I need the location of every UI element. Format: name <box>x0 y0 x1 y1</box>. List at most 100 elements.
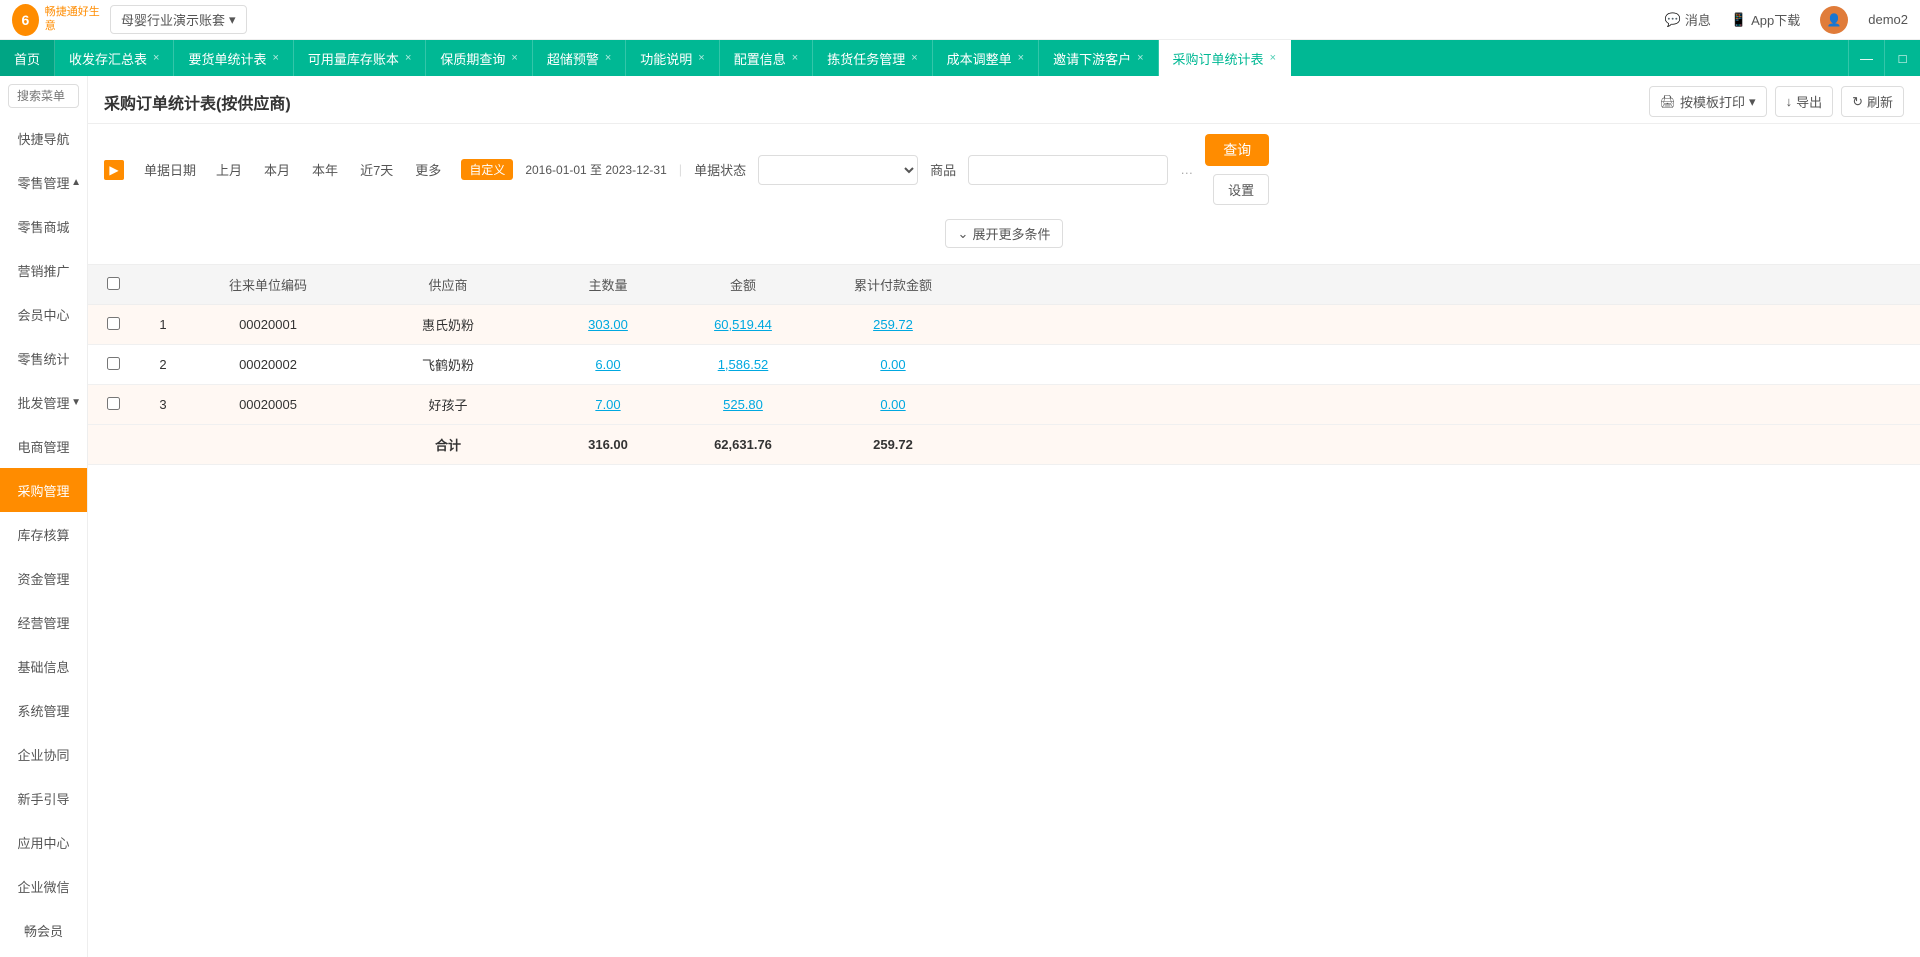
close-icon[interactable]: × <box>511 52 517 64</box>
maximize-button[interactable]: □ <box>1884 40 1920 76</box>
close-icon[interactable]: × <box>605 52 611 64</box>
th-qty: 主数量 <box>548 265 668 305</box>
qty-link[interactable]: 6.00 <box>595 357 620 372</box>
close-icon[interactable]: × <box>272 52 278 64</box>
select-all-checkbox[interactable] <box>107 277 120 290</box>
tab-pick-task[interactable]: 拣货任务管理 × <box>813 40 932 76</box>
qty-link[interactable]: 303.00 <box>588 317 628 332</box>
logo: 6 畅捷通好生意 <box>12 4 100 36</box>
close-icon[interactable]: × <box>153 52 159 64</box>
cell-amount: 60,519.44 <box>668 305 818 345</box>
cell-checkbox <box>88 385 138 425</box>
expand-row: ⌄ 展开更多条件 <box>104 205 1904 254</box>
row-checkbox[interactable] <box>107 317 120 330</box>
paid-link[interactable]: 0.00 <box>880 357 905 372</box>
tab-expiry-query[interactable]: 保质期查询 × <box>426 40 532 76</box>
minimize-button[interactable]: — <box>1848 40 1884 76</box>
close-icon[interactable]: × <box>792 52 798 64</box>
th-num <box>138 265 188 305</box>
custom-date-badge[interactable]: 自定义 <box>461 159 513 180</box>
footer-checkbox-cell <box>88 425 138 465</box>
tab-order-stats[interactable]: 要货单统计表 × <box>174 40 293 76</box>
close-icon[interactable]: × <box>1270 52 1276 64</box>
tab-purchase-order-stats[interactable]: 采购订单统计表 × <box>1159 40 1291 76</box>
shortcut-this-month[interactable]: 本月 <box>256 158 298 181</box>
amount-link[interactable]: 1,586.52 <box>718 357 769 372</box>
refresh-button[interactable]: ↻ 刷新 <box>1841 86 1904 117</box>
sidebar-item-wholesale[interactable]: 批发管理 ▼ <box>0 380 87 424</box>
tab-overstock-warning[interactable]: 超储预警 × <box>533 40 626 76</box>
row-checkbox[interactable] <box>107 397 120 410</box>
goods-input[interactable] <box>968 155 1168 185</box>
expand-filter-button[interactable]: ⌄ 展开更多条件 <box>945 219 1064 248</box>
sidebar-item-collab[interactable]: 企业协同 <box>0 732 87 776</box>
export-button[interactable]: ↓ 导出 <box>1775 86 1834 117</box>
amount-link[interactable]: 525.80 <box>723 397 763 412</box>
tab-collection-summary[interactable]: 收发存汇总表 × <box>55 40 174 76</box>
cell-num: 2 <box>138 345 188 385</box>
close-icon[interactable]: × <box>1018 52 1024 64</box>
cell-code: 00020002 <box>188 345 348 385</box>
sidebar-item-app-center[interactable]: 应用中心 <box>0 820 87 864</box>
cell-num: 1 <box>138 305 188 345</box>
tab-config-info[interactable]: 配置信息 × <box>720 40 813 76</box>
sidebar: 快捷导航 零售管理 ▲ 零售商城 营销推广 会员中心 零售统计 批发管理 ▼ 电… <box>0 76 88 957</box>
sidebar-item-operation[interactable]: 经营管理 <box>0 600 87 644</box>
shortcut-last-month[interactable]: 上月 <box>208 158 250 181</box>
filter-toggle[interactable]: ▶ <box>104 160 124 180</box>
status-select[interactable] <box>758 155 918 185</box>
divider: | <box>679 162 682 177</box>
qty-link[interactable]: 7.00 <box>595 397 620 412</box>
row-checkbox[interactable] <box>107 357 120 370</box>
cell-num: 3 <box>138 385 188 425</box>
tab-cost-adjust[interactable]: 成本调整单 × <box>933 40 1039 76</box>
cell-extra <box>968 345 1920 385</box>
sidebar-item-retail-store[interactable]: 零售商城 <box>0 204 87 248</box>
amount-link[interactable]: 60,519.44 <box>714 317 772 332</box>
sidebar-item-retail-stats[interactable]: 零售统计 <box>0 336 87 380</box>
sidebar-item-finance[interactable]: 资金管理 <box>0 556 87 600</box>
sidebar-item-member[interactable]: 畅会员 <box>0 908 87 952</box>
shortcut-this-year[interactable]: 本年 <box>304 158 346 181</box>
settings-button[interactable]: 设置 <box>1213 174 1269 205</box>
tab-invite-downstream[interactable]: 邀请下游客户 × <box>1039 40 1158 76</box>
paid-link[interactable]: 259.72 <box>873 317 913 332</box>
top-bar-right: 💬 消息 📱 App下载 👤 demo2 <box>1665 6 1908 34</box>
app-download-button[interactable]: 📱 App下载 <box>1731 10 1800 29</box>
shortcut-7-days[interactable]: 近7天 <box>352 158 401 181</box>
sidebar-item-newbie[interactable]: 新手引导 <box>0 776 87 820</box>
print-button[interactable]: 🖨 按模板打印 ▾ <box>1649 86 1767 117</box>
sidebar-item-inventory[interactable]: 库存核算 <box>0 512 87 556</box>
sidebar-item-wechat[interactable]: 企业微信 <box>0 864 87 908</box>
sidebar-item-retail-mgmt[interactable]: 零售管理 ▲ <box>0 160 87 204</box>
nav-tabs: 首页 收发存汇总表 × 要货单统计表 × 可用量库存账本 × 保质期查询 × 超… <box>0 40 1920 76</box>
username-label[interactable]: demo2 <box>1868 12 1908 27</box>
sidebar-item-basic-info[interactable]: 基础信息 <box>0 644 87 688</box>
nav-tab-actions: — □ <box>1848 40 1920 76</box>
sidebar-item-purchase[interactable]: 采购管理 <box>0 468 87 512</box>
close-icon[interactable]: × <box>405 52 411 64</box>
tab-function-desc[interactable]: 功能说明 × <box>626 40 719 76</box>
workspace-selector[interactable]: 母婴行业演示账套 ▾ <box>110 5 247 34</box>
close-icon[interactable]: × <box>1137 52 1143 64</box>
footer-qty: 316.00 <box>548 425 668 465</box>
cell-qty: 6.00 <box>548 345 668 385</box>
close-icon[interactable]: × <box>911 52 917 64</box>
more-dots-icon[interactable]: … <box>1180 162 1193 177</box>
tab-inventory-book[interactable]: 可用量库存账本 × <box>294 40 426 76</box>
paid-link[interactable]: 0.00 <box>880 397 905 412</box>
table-header: 往来单位编码 供应商 主数量 金额 累计付款金额 <box>88 265 1920 305</box>
sidebar-search-input[interactable] <box>8 84 79 108</box>
cell-paid: 0.00 <box>818 385 968 425</box>
footer-code-cell <box>188 425 348 465</box>
message-button[interactable]: 💬 消息 <box>1665 10 1711 29</box>
sidebar-item-marketing[interactable]: 营销推广 <box>0 248 87 292</box>
sidebar-item-quick-nav[interactable]: 快捷导航 <box>0 116 87 160</box>
shortcut-more[interactable]: 更多 <box>407 158 449 181</box>
tab-home[interactable]: 首页 <box>0 40 55 76</box>
sidebar-item-system[interactable]: 系统管理 <box>0 688 87 732</box>
sidebar-item-member-center[interactable]: 会员中心 <box>0 292 87 336</box>
query-button[interactable]: 查询 <box>1205 134 1269 166</box>
close-icon[interactable]: × <box>698 52 704 64</box>
sidebar-item-ecommerce[interactable]: 电商管理 <box>0 424 87 468</box>
